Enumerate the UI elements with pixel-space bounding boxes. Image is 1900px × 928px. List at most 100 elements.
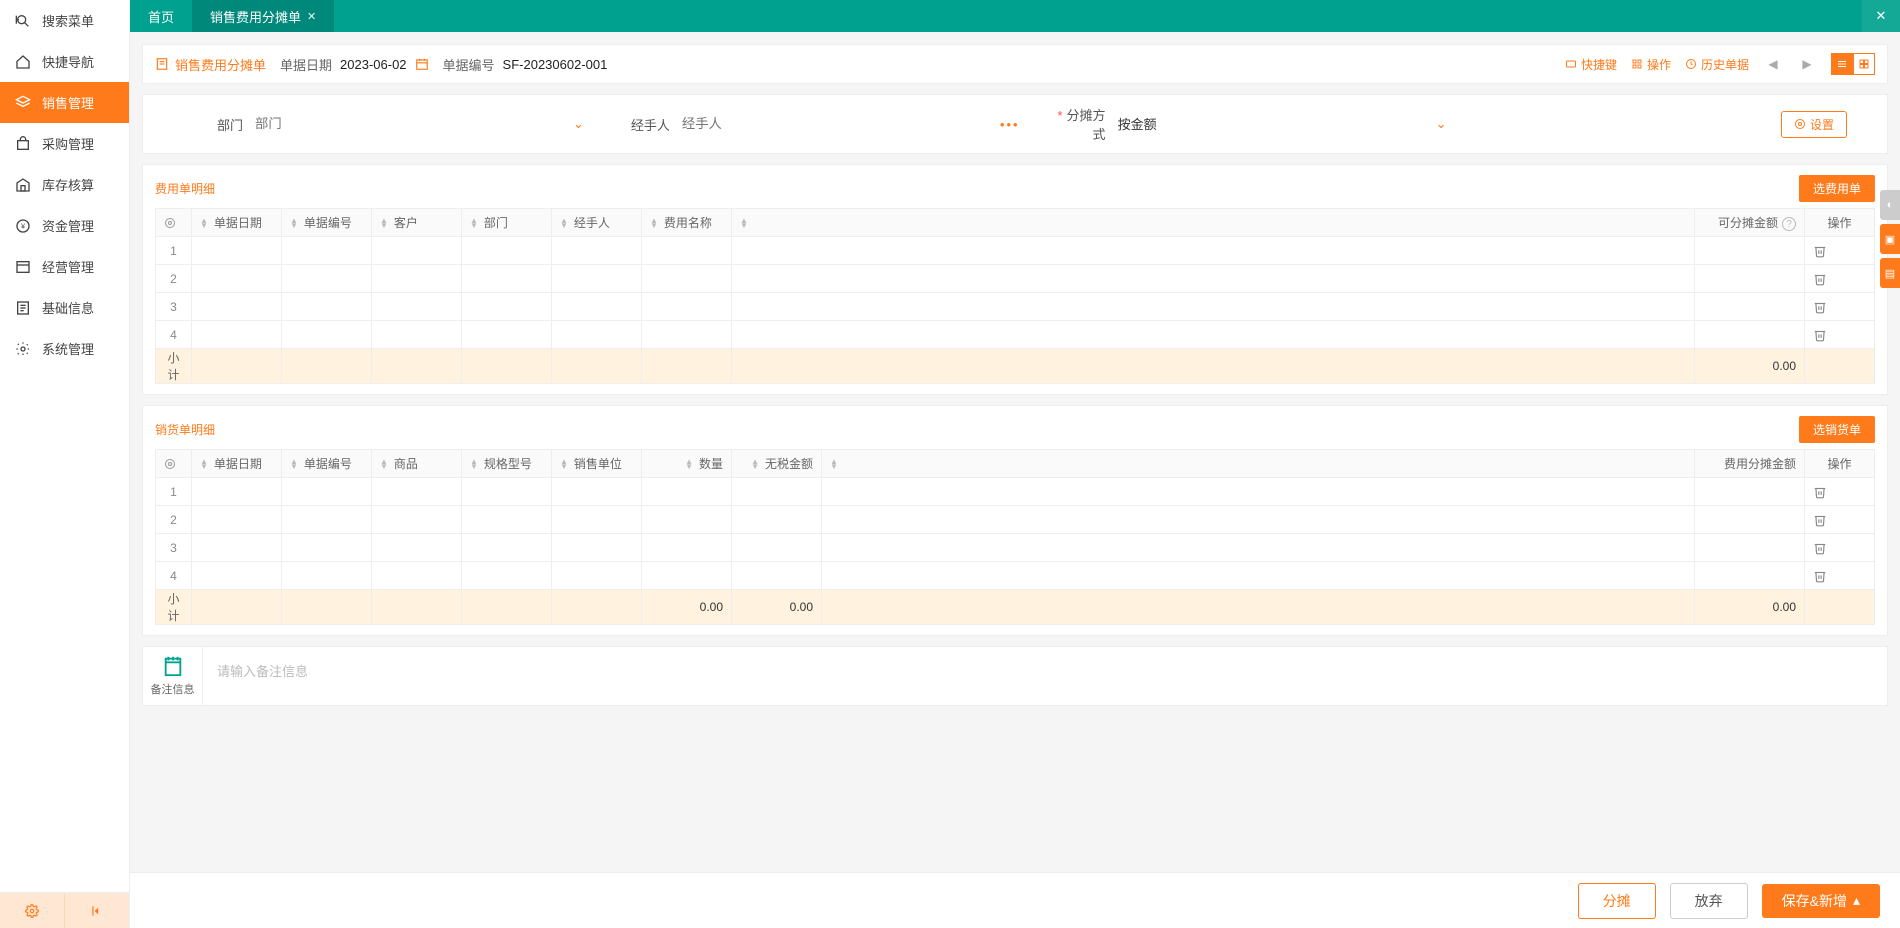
trash-icon[interactable]: [1813, 541, 1866, 555]
remarks-input[interactable]: [203, 647, 1887, 705]
tab-label: 首页: [148, 7, 174, 26]
svg-text:¥: ¥: [21, 221, 26, 230]
method-value[interactable]: 按金额: [1118, 110, 1418, 138]
view-grid-icon[interactable]: [1853, 53, 1875, 75]
col-dept[interactable]: ▲▼部门: [462, 209, 552, 237]
table-row[interactable]: 2: [156, 506, 1875, 534]
handler-label: 经手人: [610, 115, 670, 134]
tab-current[interactable]: 销售费用分摊单 ✕: [192, 0, 334, 32]
remarks-side-label: 备注信息: [143, 647, 203, 705]
sidebar-item-stock[interactable]: 库存核算: [0, 164, 129, 205]
float-handle-2[interactable]: ▣: [1880, 224, 1900, 254]
sidebar-label: 快捷导航: [42, 52, 94, 71]
help-icon[interactable]: ?: [1782, 217, 1796, 231]
table-row[interactable]: 4: [156, 562, 1875, 590]
col-amount[interactable]: ▲▼无税金额: [732, 450, 822, 478]
handler-input[interactable]: [682, 112, 982, 136]
shortcut-link[interactable]: 快捷键: [1565, 56, 1617, 73]
col-no[interactable]: ▲▼单据编号: [282, 209, 372, 237]
col-product[interactable]: ▲▼商品: [372, 450, 462, 478]
col-feename[interactable]: ▲▼费用名称: [642, 209, 732, 237]
chevron-down-icon[interactable]: ⌄: [1430, 116, 1453, 132]
more-icon[interactable]: •••: [994, 117, 1026, 132]
next-doc-icon[interactable]: ▶: [1797, 54, 1817, 74]
discard-button[interactable]: 放弃: [1670, 883, 1748, 919]
trash-icon[interactable]: [1813, 513, 1866, 527]
footer-bar: 分摊 放弃 保存&新增 ▴: [130, 872, 1900, 928]
calendar-icon[interactable]: [415, 57, 429, 71]
select-expense-button[interactable]: 选费用单: [1799, 175, 1875, 202]
save-and-new-button[interactable]: 保存&新增 ▴: [1762, 884, 1880, 918]
close-all-tabs[interactable]: ✕: [1862, 0, 1900, 32]
biz-icon: [14, 258, 32, 276]
trash-icon[interactable]: [1813, 272, 1866, 286]
col-blank: ▲▼: [822, 450, 1695, 478]
sidebar-item-funds[interactable]: ¥ 资金管理: [0, 205, 129, 246]
dept-input[interactable]: [255, 112, 555, 136]
col-date[interactable]: ▲▼单据日期: [192, 450, 282, 478]
col-fee[interactable]: 费用分摊金额: [1695, 450, 1805, 478]
doc-date-value[interactable]: 2023-06-02: [340, 57, 407, 72]
document-title: 销售费用分摊单: [155, 55, 266, 74]
trash-icon[interactable]: [1813, 569, 1866, 583]
trash-icon[interactable]: [1813, 300, 1866, 314]
view-list-icon[interactable]: [1831, 53, 1853, 75]
dept-field: 部门 ⌄: [183, 112, 590, 136]
sidebar-item-sales[interactable]: 销售管理: [0, 82, 129, 123]
sales-icon: [14, 94, 32, 112]
col-no[interactable]: ▲▼单据编号: [282, 450, 372, 478]
tab-close-icon[interactable]: ✕: [307, 10, 316, 23]
operate-link[interactable]: 操作: [1631, 56, 1671, 73]
sidebar-item-quicknav[interactable]: 快捷导航: [0, 41, 129, 82]
table-row[interactable]: 1: [156, 478, 1875, 506]
sidebar-item-business[interactable]: 经营管理: [0, 246, 129, 287]
col-alloc[interactable]: 可分摊金额?: [1695, 209, 1805, 237]
prev-doc-icon[interactable]: ◀: [1763, 54, 1783, 74]
sidebar-item-baseinfo[interactable]: 基础信息: [0, 287, 129, 328]
allocate-button[interactable]: 分摊: [1578, 883, 1656, 919]
collapse-button[interactable]: [64, 893, 129, 928]
float-handle-3[interactable]: ▤: [1880, 258, 1900, 288]
sidebar-item-purchase[interactable]: 采购管理: [0, 123, 129, 164]
col-date[interactable]: ▲▼单据日期: [192, 209, 282, 237]
doc-date-label: 单据日期: [280, 55, 332, 74]
table-row[interactable]: 2: [156, 265, 1875, 293]
tab-home[interactable]: 首页: [130, 0, 192, 32]
cart-icon: [14, 135, 32, 153]
info-icon: [14, 299, 32, 317]
table-row[interactable]: 1: [156, 237, 1875, 265]
gear-column[interactable]: [156, 209, 192, 237]
col-blank: ▲▼: [732, 209, 1695, 237]
stock-icon: [14, 176, 32, 194]
filter-row: 部门 ⌄ 经手人 ••• *分摊方式 按金额 ⌄ 设置: [142, 94, 1888, 154]
col-op: 操作: [1805, 209, 1875, 237]
col-op: 操作: [1805, 450, 1875, 478]
table-row[interactable]: 4: [156, 321, 1875, 349]
settings-button[interactable]: 设置: [1781, 111, 1847, 138]
float-handle-1[interactable]: ◐: [1880, 190, 1900, 220]
sidebar-item-search[interactable]: 搜索菜单: [0, 0, 129, 41]
select-sales-button[interactable]: 选销货单: [1799, 416, 1875, 443]
col-handler[interactable]: ▲▼经手人: [552, 209, 642, 237]
sidebar-item-system[interactable]: 系统管理: [0, 328, 129, 369]
trash-icon[interactable]: [1813, 244, 1866, 258]
sales-detail-panel: 销货单明细 选销货单 ▲▼单据日期 ▲▼单据编号 ▲▼商品 ▲▼规格型号 ▲▼销…: [142, 405, 1888, 636]
col-spec[interactable]: ▲▼规格型号: [462, 450, 552, 478]
settings-button[interactable]: [0, 893, 64, 928]
table-row[interactable]: 3: [156, 534, 1875, 562]
sidebar-label: 系统管理: [42, 339, 94, 358]
trash-icon[interactable]: [1813, 485, 1866, 499]
col-customer[interactable]: ▲▼客户: [372, 209, 462, 237]
chevron-down-icon[interactable]: ⌄: [567, 116, 590, 132]
history-link[interactable]: 历史单据: [1685, 56, 1749, 73]
tab-bar: 首页 销售费用分摊单 ✕ ✕: [130, 0, 1900, 32]
expense-detail-panel: 费用单明细 选费用单 ▲▼单据日期 ▲▼单据编号 ▲▼客户 ▲▼部门 ▲▼经手人…: [142, 164, 1888, 395]
expense-table: ▲▼单据日期 ▲▼单据编号 ▲▼客户 ▲▼部门 ▲▼经手人 ▲▼费用名称 ▲▼ …: [155, 208, 1875, 384]
trash-icon[interactable]: [1813, 328, 1866, 342]
table-row[interactable]: 3: [156, 293, 1875, 321]
gear-column[interactable]: [156, 450, 192, 478]
remarks-panel: 备注信息: [142, 646, 1888, 706]
col-unit[interactable]: ▲▼销售单位: [552, 450, 642, 478]
search-icon: [14, 12, 32, 30]
col-qty[interactable]: ▲▼数量: [642, 450, 732, 478]
